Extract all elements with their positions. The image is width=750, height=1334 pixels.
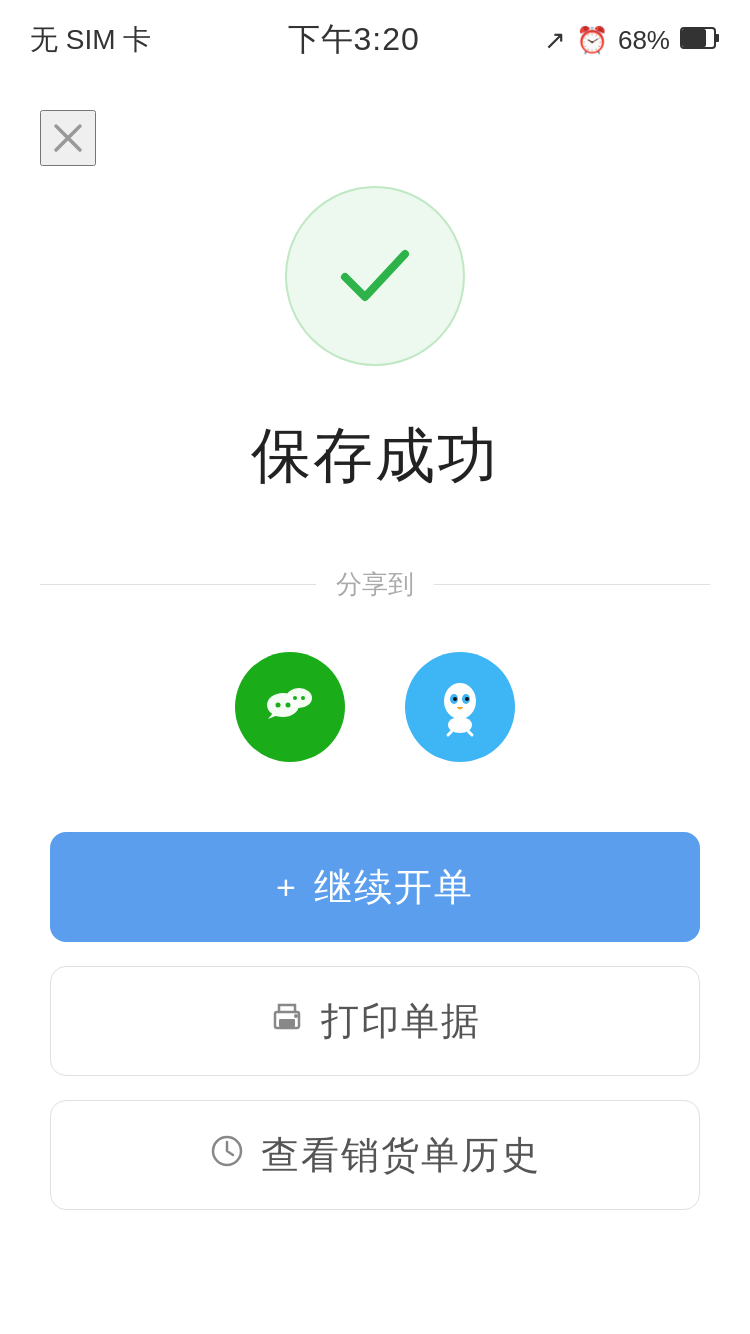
action-buttons: + 继续开单 打印单据 查看销货单历史	[40, 832, 710, 1210]
plus-icon: +	[276, 868, 298, 907]
share-icons	[235, 652, 515, 762]
share-divider-text: 分享到	[336, 567, 414, 602]
close-area	[0, 80, 750, 176]
print-button[interactable]: 打印单据	[50, 966, 700, 1076]
continue-order-button[interactable]: + 继续开单	[50, 832, 700, 942]
location-icon: ↗	[544, 25, 566, 56]
svg-point-9	[293, 696, 297, 700]
share-divider: 分享到	[40, 567, 710, 602]
svg-point-14	[453, 697, 457, 701]
svg-point-15	[465, 697, 469, 701]
no-sim-label: 无 SIM 卡	[30, 21, 151, 59]
print-label: 打印单据	[321, 996, 481, 1047]
close-button[interactable]	[40, 110, 96, 166]
share-qq-button[interactable]	[405, 652, 515, 762]
svg-rect-1	[715, 34, 719, 42]
continue-order-label: 继续开单	[314, 862, 474, 913]
svg-point-10	[301, 696, 305, 700]
checkmark-icon	[330, 229, 420, 323]
view-history-button[interactable]: 查看销货单历史	[50, 1100, 700, 1210]
battery-percentage: 68%	[618, 25, 670, 56]
history-label: 查看销货单历史	[261, 1130, 541, 1181]
svg-rect-18	[279, 1019, 295, 1027]
svg-point-19	[294, 1014, 298, 1018]
battery-icon	[680, 25, 720, 56]
status-time: 下午3:20	[288, 18, 420, 62]
success-circle	[285, 186, 465, 366]
divider-line-left	[40, 584, 316, 585]
divider-line-right	[434, 584, 710, 585]
svg-point-11	[444, 683, 476, 719]
svg-rect-2	[682, 29, 706, 47]
svg-point-8	[286, 703, 291, 708]
print-icon	[269, 999, 305, 1043]
share-wechat-button[interactable]	[235, 652, 345, 762]
main-content: 保存成功 分享到	[0, 176, 750, 1334]
status-bar: 无 SIM 卡 下午3:20 ↗ ⏰ 68%	[0, 0, 750, 80]
status-left: 无 SIM 卡	[30, 21, 163, 59]
status-right: ↗ ⏰ 68%	[544, 25, 720, 56]
success-title: 保存成功	[251, 416, 499, 497]
svg-point-7	[276, 703, 281, 708]
alarm-icon: ⏰	[576, 25, 608, 56]
history-icon	[209, 1133, 245, 1177]
